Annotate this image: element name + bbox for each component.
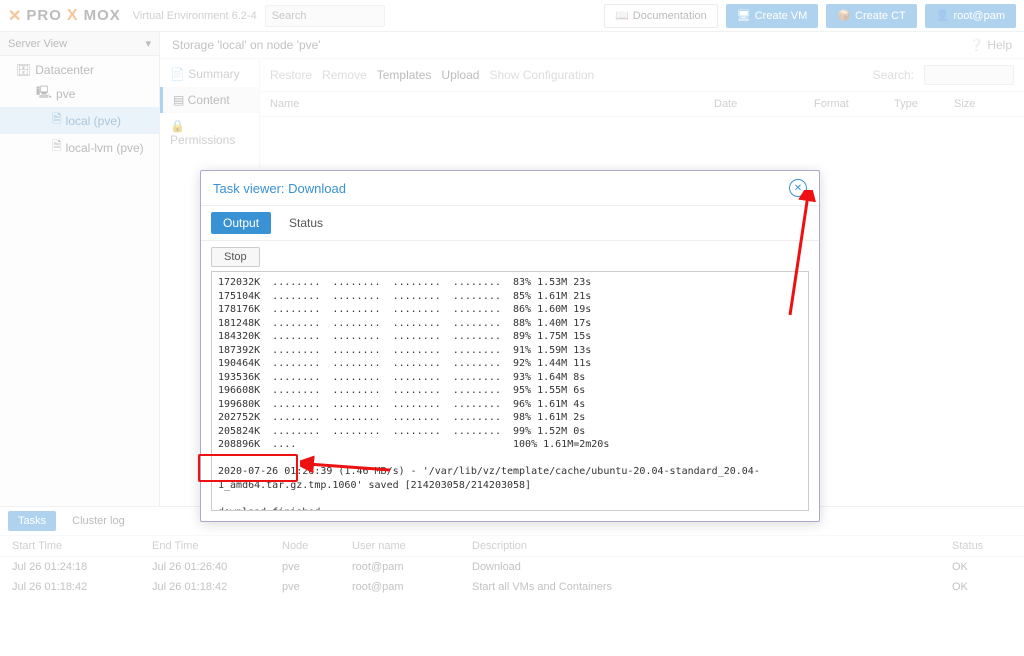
task-output-log[interactable]: 172032K ........ ........ ........ .....… <box>211 271 809 511</box>
task-viewer-dialog: Task viewer: Download ✕ Output Status St… <box>200 170 820 522</box>
dialog-close-button[interactable]: ✕ <box>789 179 807 197</box>
dialog-tab-status[interactable]: Status <box>277 212 335 234</box>
stop-button[interactable]: Stop <box>211 247 260 267</box>
dialog-tab-output[interactable]: Output <box>211 212 271 234</box>
dialog-title: Task viewer: Download <box>213 181 346 196</box>
